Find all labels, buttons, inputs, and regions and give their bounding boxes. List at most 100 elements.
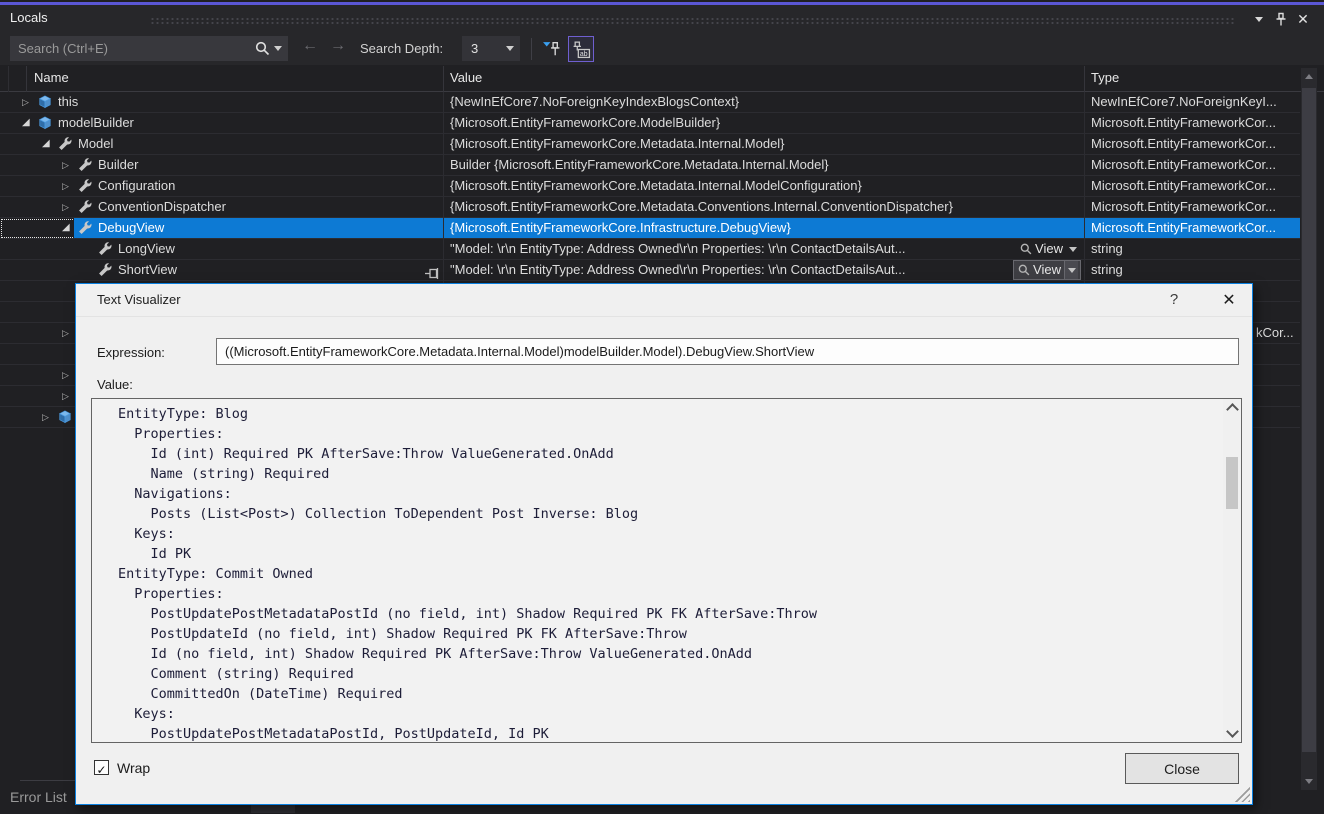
value-cell: "Model: \r\n EntityType: Address Owned\r… — [444, 260, 1085, 280]
table-row[interactable]: ◢modelBuilder{Microsoft.EntityFrameworkC… — [0, 113, 1300, 134]
row-name: Builder — [98, 155, 138, 175]
locals-toolbar: ← → Search Depth: 3 ab — [0, 33, 1324, 65]
value-label: Value: — [97, 377, 133, 392]
dialog-close-button[interactable]: ✕ — [1218, 290, 1240, 310]
scrollbar-thumb[interactable] — [1302, 88, 1316, 752]
locals-titlebar[interactable]: Locals ✕ — [0, 5, 1324, 33]
scroll-up-icon[interactable] — [1305, 74, 1313, 79]
wrench-icon — [98, 263, 112, 277]
wrap-checkbox[interactable]: ✓ — [94, 760, 109, 775]
search-icon[interactable] — [255, 41, 270, 56]
expand-arrow-icon[interactable]: ▷ — [62, 323, 69, 343]
help-button[interactable]: ? — [1164, 291, 1184, 308]
row-value: {NewInEfCore7.NoForeignKeyIndexBlogsCont… — [444, 94, 739, 109]
table-row[interactable]: ▷ this {NewInEfCore7.NoForeignKeyIndexBlog… — [0, 92, 1300, 113]
column-header-value[interactable]: Value — [450, 70, 482, 85]
titlebar-drag-grip[interactable] — [150, 17, 1234, 25]
error-list-label[interactable]: Error List — [10, 789, 67, 805]
value-cell: Builder {Microsoft.EntityFrameworkCore.M… — [444, 155, 1085, 175]
expand-arrow-icon[interactable]: ▷ — [62, 197, 69, 217]
wrench-icon — [78, 200, 92, 214]
row-value: "Model: \r\n EntityType: Address Owned\r… — [450, 239, 992, 259]
pin-icon[interactable] — [424, 265, 441, 280]
expand-arrow-icon[interactable]: ▷ — [22, 92, 29, 112]
name-cell: LongView — [0, 239, 444, 259]
close-window-button[interactable]: ✕ — [1293, 9, 1313, 29]
name-cell: ShortView — [0, 260, 444, 280]
expand-arrow-icon[interactable]: ▷ — [62, 155, 69, 175]
toggle-text-view-button[interactable]: ab — [568, 36, 594, 62]
scroll-down-icon[interactable] — [1226, 725, 1239, 738]
filter-pinned-properties-button[interactable] — [538, 36, 564, 62]
view-dropdown[interactable] — [1064, 261, 1078, 279]
column-header-type[interactable]: Type — [1091, 70, 1119, 85]
row-name: this — [58, 92, 78, 112]
pin-window-button[interactable] — [1271, 9, 1291, 29]
search-options-chevron-icon[interactable] — [274, 46, 282, 51]
chevron-down-icon — [1069, 247, 1077, 252]
type-cell: Microsoft.EntityFrameworkCor... — [1085, 134, 1306, 154]
close-button[interactable]: Close — [1125, 753, 1239, 784]
wrench-icon — [58, 137, 72, 151]
dialog-scrollbar[interactable] — [1223, 399, 1241, 742]
row-type: Microsoft.EntityFrameworkCor... — [1091, 178, 1276, 193]
table-row[interactable]: ▷Configuration{Microsoft.EntityFramework… — [0, 176, 1300, 197]
dialog-titlebar[interactable]: Text Visualizer ? ✕ — [76, 284, 1252, 317]
expression-input[interactable] — [216, 338, 1239, 365]
object-cube-icon — [38, 95, 52, 109]
search-box[interactable] — [10, 36, 288, 61]
expand-arrow-icon[interactable]: ▷ — [42, 407, 49, 427]
collapse-arrow-icon[interactable]: ◢ — [22, 113, 30, 133]
table-row[interactable]: LongView "Model: \r\n EntityType: Address… — [0, 239, 1300, 260]
collapse-arrow-icon[interactable]: ◢ — [62, 218, 70, 238]
dialog-title: Text Visualizer — [97, 292, 181, 307]
column-header-name[interactable]: Name — [34, 70, 69, 85]
row-value: {Microsoft.EntityFrameworkCore.Metadata.… — [444, 136, 785, 151]
value-cell: "Model: \r\n EntityType: Address Owned\r… — [444, 239, 1085, 259]
row-value: {Microsoft.EntityFrameworkCore.Infrastru… — [444, 220, 791, 235]
row-name: ConventionDispatcher — [98, 197, 226, 217]
row-type: Microsoft.EntityFrameworkCor... — [1091, 199, 1276, 214]
resize-grip-icon[interactable] — [1234, 786, 1250, 802]
close-icon: ✕ — [1297, 12, 1309, 26]
error-list-button-fragment — [251, 805, 295, 813]
value-cell: {Microsoft.EntityFrameworkCore.Metadata.… — [444, 134, 1085, 154]
scroll-up-icon[interactable] — [1226, 403, 1239, 416]
type-cell: Microsoft.EntityFrameworkCor... — [1085, 218, 1306, 238]
expand-arrow-icon[interactable]: ▷ — [62, 176, 69, 196]
view-dropdown[interactable] — [1066, 240, 1079, 258]
filter-pin-icon — [542, 40, 561, 59]
expand-arrow-icon[interactable]: ▷ — [62, 365, 69, 385]
scrollbar-thumb[interactable] — [1226, 457, 1238, 509]
window-position-button[interactable] — [1249, 9, 1269, 29]
search-input[interactable] — [10, 41, 255, 56]
value-text: EntityType: Blog Properties: Id (int) Re… — [92, 399, 1241, 743]
scroll-down-icon[interactable] — [1305, 779, 1313, 784]
chevron-down-icon[interactable] — [506, 46, 514, 51]
table-row[interactable]: ◢DebugView{Microsoft.EntityFrameworkCore… — [0, 218, 1300, 239]
table-row[interactable]: ◢Model{Microsoft.EntityFrameworkCore.Met… — [0, 134, 1300, 155]
column-divider[interactable] — [443, 66, 444, 92]
row-name: Configuration — [98, 176, 175, 196]
grid-header: Name Value Type — [0, 66, 1324, 92]
search-back-button[interactable]: ← — [302, 37, 318, 55]
value-text-area[interactable]: EntityType: Blog Properties: Id (int) Re… — [91, 398, 1242, 743]
table-row[interactable]: ▷ Builder Builder {Microsoft.EntityFramewo… — [0, 155, 1300, 176]
column-divider[interactable] — [1084, 66, 1085, 92]
row-value: "Model: \r\n EntityType: Address Owned\r… — [450, 260, 992, 280]
vertical-scrollbar[interactable] — [1301, 68, 1317, 790]
search-depth-combobox[interactable]: 3 — [462, 36, 520, 61]
row-type: Microsoft.EntityFrameworkCor... — [1091, 157, 1276, 172]
type-cell: string — [1085, 239, 1306, 259]
pin-ab-icon: ab — [572, 40, 591, 59]
table-row[interactable]: ▷ConventionDispatcher{Microsoft.EntityFr… — [0, 197, 1300, 218]
type-cell: Microsoft.EntityFrameworkCor... — [1085, 197, 1306, 217]
value-cell: {NewInEfCore7.NoForeignKeyIndexBlogsCont… — [444, 92, 1085, 112]
row-type: kCor... — [1256, 323, 1294, 343]
view-button[interactable]: View — [1013, 260, 1081, 280]
view-button[interactable]: View — [1016, 240, 1081, 258]
expand-arrow-icon[interactable]: ▷ — [62, 386, 69, 406]
search-forward-button[interactable]: → — [330, 37, 346, 55]
table-row[interactable]: ShortView "Model: \r\n EntityType: Addres… — [0, 260, 1300, 281]
collapse-arrow-icon[interactable]: ◢ — [42, 134, 50, 154]
